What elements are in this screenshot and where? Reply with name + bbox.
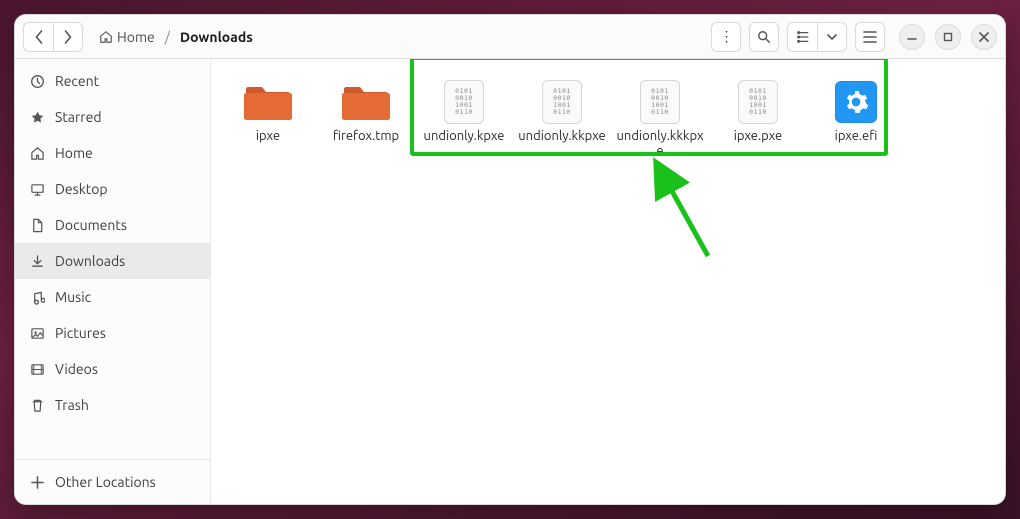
- minimize-icon: [907, 32, 917, 42]
- hamburger-menu-button[interactable]: [855, 22, 885, 52]
- sidebar-item-other-locations[interactable]: Other Locations: [15, 464, 210, 500]
- sidebar-item-recent[interactable]: Recent: [15, 63, 210, 99]
- sidebar: Recent Starred Home Desktop: [15, 59, 211, 504]
- folder-icon: [242, 79, 294, 125]
- view-switcher: [787, 22, 847, 52]
- annotation-highlight-box: [410, 59, 888, 156]
- sidebar-item-label: Downloads: [55, 253, 125, 269]
- nav-forward-button[interactable]: [53, 22, 83, 52]
- chevron-left-icon: [34, 30, 44, 44]
- sidebar-item-label: Other Locations: [55, 474, 156, 490]
- documents-icon: [29, 218, 45, 233]
- headerbar: Home / Downloads ⋮: [15, 15, 1005, 59]
- home-icon: [99, 30, 113, 44]
- sidebar-item-downloads[interactable]: Downloads: [15, 243, 210, 279]
- sidebar-item-label: Home: [55, 145, 93, 161]
- file-item[interactable]: ipxe: [219, 73, 317, 165]
- hamburger-icon: [863, 31, 877, 43]
- sidebar-item-label: Documents: [55, 217, 127, 233]
- pictures-icon: [29, 326, 45, 341]
- breadcrumb-home[interactable]: Home: [91, 22, 163, 52]
- sidebar-spacer: [15, 423, 210, 455]
- sidebar-item-label: Music: [55, 289, 91, 305]
- sidebar-item-documents[interactable]: Documents: [15, 207, 210, 243]
- clock-icon: [29, 74, 45, 89]
- file-label: ipxe: [256, 129, 280, 159]
- desktop-icon: [29, 182, 45, 197]
- window-controls: [899, 24, 997, 50]
- search-button[interactable]: [749, 22, 779, 52]
- content-area[interactable]: ipxe firefox.tmp 0101001010010110 undion…: [211, 59, 1005, 504]
- view-grid-button[interactable]: [787, 22, 817, 52]
- search-icon: [757, 30, 771, 44]
- nav-back-button[interactable]: [23, 22, 53, 52]
- sidebar-item-starred[interactable]: Starred: [15, 99, 210, 135]
- music-icon: [29, 290, 45, 305]
- sidebar-item-label: Trash: [55, 397, 89, 413]
- sidebar-item-label: Starred: [55, 109, 102, 125]
- path-options-button[interactable]: ⋮: [711, 22, 741, 52]
- plus-icon: [29, 476, 45, 489]
- chevron-right-icon: [63, 30, 73, 44]
- sidebar-item-pictures[interactable]: Pictures: [15, 315, 210, 351]
- sidebar-item-label: Pictures: [55, 325, 106, 341]
- view-options-button[interactable]: [817, 22, 847, 52]
- breadcrumb-label: Home: [117, 29, 155, 45]
- file-item[interactable]: firefox.tmp: [317, 73, 415, 165]
- sidebar-item-label: Recent: [55, 73, 99, 89]
- breadcrumb-downloads[interactable]: Downloads: [172, 22, 261, 52]
- downloads-icon: [29, 254, 45, 269]
- trash-icon: [29, 398, 45, 413]
- nav-buttons: [23, 22, 83, 52]
- breadcrumb-label: Downloads: [180, 29, 253, 45]
- breadcrumb: Home / Downloads: [91, 22, 703, 52]
- folder-icon: [340, 79, 392, 125]
- sidebar-item-home[interactable]: Home: [15, 135, 210, 171]
- videos-icon: [29, 362, 45, 377]
- sidebar-item-trash[interactable]: Trash: [15, 387, 210, 423]
- annotation-arrow: [648, 156, 728, 266]
- window-minimize-button[interactable]: [899, 24, 925, 50]
- file-manager-window: Home / Downloads ⋮: [14, 14, 1006, 505]
- sidebar-item-label: Videos: [55, 361, 98, 377]
- grid-icon: [796, 30, 810, 44]
- sidebar-item-desktop[interactable]: Desktop: [15, 171, 210, 207]
- sidebar-item-music[interactable]: Music: [15, 279, 210, 315]
- window-maximize-button[interactable]: [935, 24, 961, 50]
- headerbar-right: [787, 22, 997, 52]
- maximize-icon: [943, 32, 953, 42]
- window-close-button[interactable]: [971, 24, 997, 50]
- chevron-down-icon: [827, 32, 837, 42]
- body: Recent Starred Home Desktop: [15, 59, 1005, 504]
- file-label: firefox.tmp: [333, 129, 399, 159]
- close-icon: [979, 32, 989, 42]
- home-icon: [29, 146, 45, 161]
- sidebar-item-videos[interactable]: Videos: [15, 351, 210, 387]
- kebab-icon: ⋮: [720, 28, 733, 45]
- star-icon: [29, 110, 45, 125]
- sidebar-item-label: Desktop: [55, 181, 108, 197]
- breadcrumb-separator: /: [163, 22, 172, 52]
- sidebar-divider: [15, 459, 210, 460]
